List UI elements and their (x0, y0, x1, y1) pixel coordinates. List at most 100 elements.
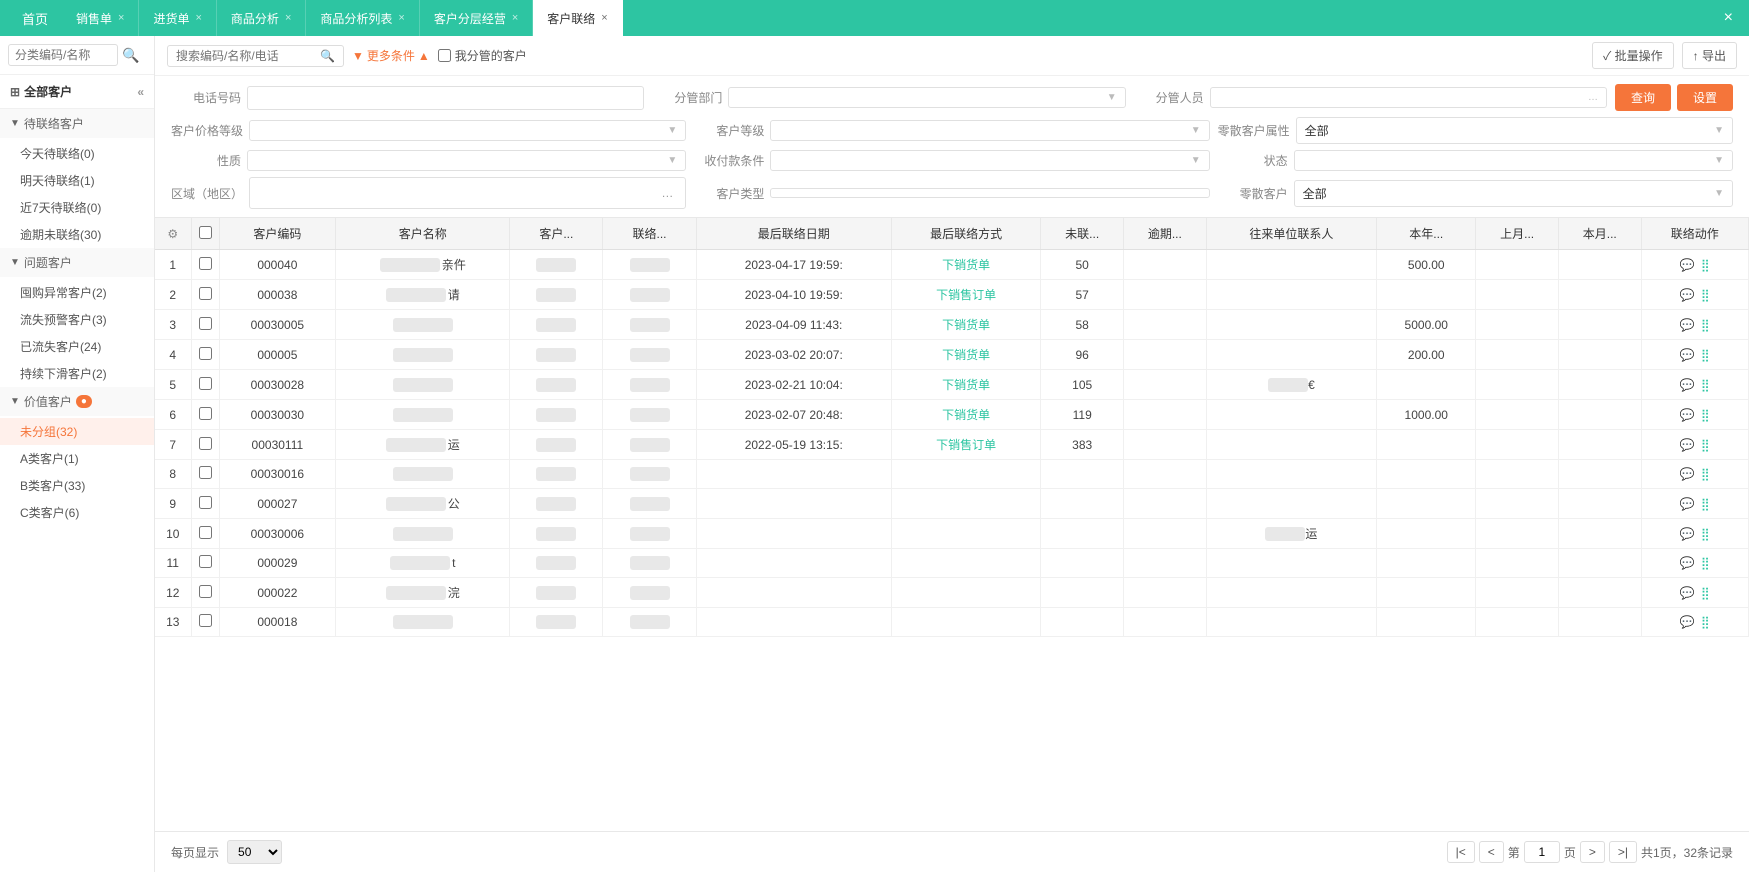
sidebar-all-customers[interactable]: ⊞ 全部客户 « (0, 75, 154, 109)
last-contact-type[interactable]: 下销货单 (891, 400, 1040, 430)
retail-select[interactable]: 全部 ▼ (1294, 180, 1733, 207)
status-select[interactable]: ▼ (1294, 150, 1733, 171)
more-action-icon[interactable]: ⣿ (1701, 318, 1710, 332)
phone-action-icon[interactable]: 💬 (1680, 615, 1695, 629)
filter-search-icon[interactable]: 🔍 (320, 49, 335, 63)
export-button[interactable]: ↑ 导出 (1682, 42, 1737, 69)
reset-button[interactable]: 设置 (1677, 84, 1733, 111)
more-action-icon[interactable]: ⣿ (1701, 438, 1710, 452)
sidebar-item-class-c[interactable]: C类客户(6) (0, 499, 154, 526)
gender-select[interactable]: ▼ (247, 150, 686, 171)
last-page-button[interactable]: >| (1609, 841, 1637, 863)
last-contact-type[interactable] (891, 549, 1040, 578)
last-contact-type[interactable] (891, 489, 1040, 519)
row-checkbox[interactable] (199, 614, 212, 627)
more-action-icon[interactable]: ⣿ (1701, 556, 1710, 570)
phone-action-icon[interactable]: 💬 (1680, 408, 1695, 422)
dots-icon[interactable]: … (657, 182, 677, 204)
sidebar-item-ungroup[interactable]: 未分组(32) (0, 418, 154, 445)
my-customers-checkbox-label[interactable]: 我分管的客户 (438, 47, 527, 64)
phone-action-icon[interactable]: 💬 (1680, 556, 1695, 570)
more-action-icon[interactable]: ⣿ (1701, 378, 1710, 392)
close-icon-sales[interactable]: × (118, 12, 124, 24)
last-contact-type[interactable] (891, 608, 1040, 637)
tab-product-analysis[interactable]: 商品分析 × (217, 0, 306, 36)
more-action-icon[interactable]: ⣿ (1701, 467, 1710, 481)
last-contact-type[interactable]: 下销售订单 (891, 280, 1040, 310)
contact-type-link[interactable]: 下销货单 (942, 258, 990, 272)
last-contact-type[interactable]: 下销货单 (891, 340, 1040, 370)
close-icon-customer-tier[interactable]: × (512, 12, 518, 24)
last-contact-type[interactable]: 下销货单 (891, 370, 1040, 400)
sidebar-search-input[interactable] (8, 44, 118, 66)
sidebar-item-churned[interactable]: 已流失客户(24) (0, 333, 154, 360)
contact-type-link[interactable]: 下销售订单 (936, 438, 996, 452)
sidebar-item-churn-warning[interactable]: 流失预警客户(3) (0, 306, 154, 333)
close-icon-customer-contact[interactable]: × (601, 12, 607, 24)
close-icon-product-analysis-list[interactable]: × (398, 12, 404, 24)
dept-select[interactable]: ▼ (728, 87, 1125, 108)
contact-type-link[interactable]: 下销货单 (942, 318, 990, 332)
row-checkbox[interactable] (199, 585, 212, 598)
last-contact-type[interactable] (891, 578, 1040, 608)
tab-purchase[interactable]: 进货单 × (139, 0, 216, 36)
last-contact-type[interactable] (891, 460, 1040, 489)
sidebar-collapse-icon[interactable]: « (137, 85, 144, 99)
close-icon-purchase[interactable]: × (195, 12, 201, 24)
price-tier-select[interactable]: ▼ (249, 120, 686, 141)
query-button[interactable]: 查询 (1615, 84, 1671, 111)
phone-action-icon[interactable]: 💬 (1680, 497, 1695, 511)
last-contact-type[interactable]: 下销售订单 (891, 430, 1040, 460)
phone-action-icon[interactable]: 💬 (1680, 467, 1695, 481)
tab-sales[interactable]: 销售单 × (62, 0, 139, 36)
more-action-icon[interactable]: ⣿ (1701, 288, 1710, 302)
row-checkbox[interactable] (199, 377, 212, 390)
first-page-button[interactable]: |< (1447, 841, 1475, 863)
phone-action-icon[interactable]: 💬 (1680, 527, 1695, 541)
contact-type-link[interactable]: 下销货单 (942, 408, 990, 422)
row-checkbox[interactable] (199, 257, 212, 270)
close-icon-product-analysis[interactable]: × (285, 12, 291, 24)
last-contact-type[interactable]: 下销货单 (891, 310, 1040, 340)
person-select[interactable]: … (1210, 87, 1607, 108)
tab-product-analysis-list[interactable]: 商品分析列表 × (306, 0, 419, 36)
row-checkbox[interactable] (199, 496, 212, 509)
phone-action-icon[interactable]: 💬 (1680, 378, 1695, 392)
tab-home[interactable]: 首页 (8, 9, 62, 28)
sidebar-item-declining[interactable]: 持续下滑客户(2) (0, 360, 154, 387)
payment-select[interactable]: ▼ (770, 150, 1209, 171)
more-action-icon[interactable]: ⣿ (1701, 408, 1710, 422)
customer-tier-select[interactable]: ▼ (770, 120, 1209, 141)
row-checkbox[interactable] (199, 407, 212, 420)
more-action-icon[interactable]: ⣿ (1701, 527, 1710, 541)
row-checkbox[interactable] (199, 347, 212, 360)
row-checkbox[interactable] (199, 555, 212, 568)
filter-search-input[interactable] (176, 49, 316, 63)
tab-customer-contact[interactable]: 客户联络 × (533, 0, 622, 36)
sidebar-item-hoarding[interactable]: 囤购异常客户(2) (0, 279, 154, 306)
more-action-icon[interactable]: ⣿ (1701, 586, 1710, 600)
window-close-icon[interactable]: × (1716, 9, 1741, 27)
sidebar-item-7days[interactable]: 近7天待联络(0) (0, 194, 154, 221)
row-checkbox[interactable] (199, 317, 212, 330)
sidebar-search-icon[interactable]: 🔍 (122, 47, 139, 64)
sidebar-group-value[interactable]: ▼ 价值客户 ● (0, 387, 154, 416)
next-page-button[interactable]: > (1580, 841, 1605, 863)
sidebar-item-today[interactable]: 今天待联络(0) (0, 140, 154, 167)
phone-action-icon[interactable]: 💬 (1680, 438, 1695, 452)
select-all-checkbox[interactable] (199, 226, 212, 239)
phone-action-icon[interactable]: 💬 (1680, 288, 1695, 302)
phone-action-icon[interactable]: 💬 (1680, 348, 1695, 362)
sidebar-group-problem[interactable]: ▼ 问题客户 (0, 248, 154, 277)
row-checkbox[interactable] (199, 466, 212, 479)
more-action-icon[interactable]: ⣿ (1701, 497, 1710, 511)
sidebar-item-overdue[interactable]: 逾期未联络(30) (0, 221, 154, 248)
phone-input[interactable] (247, 86, 644, 110)
contact-type-link[interactable]: 下销货单 (942, 348, 990, 362)
contact-type-link[interactable]: 下销货单 (942, 378, 990, 392)
per-page-select[interactable]: 50 100 200 (227, 840, 282, 864)
sidebar-item-class-b[interactable]: B类客户(33) (0, 472, 154, 499)
prev-page-button[interactable]: < (1479, 841, 1504, 863)
more-action-icon[interactable]: ⣿ (1701, 258, 1710, 272)
area-select[interactable]: … (249, 177, 686, 209)
